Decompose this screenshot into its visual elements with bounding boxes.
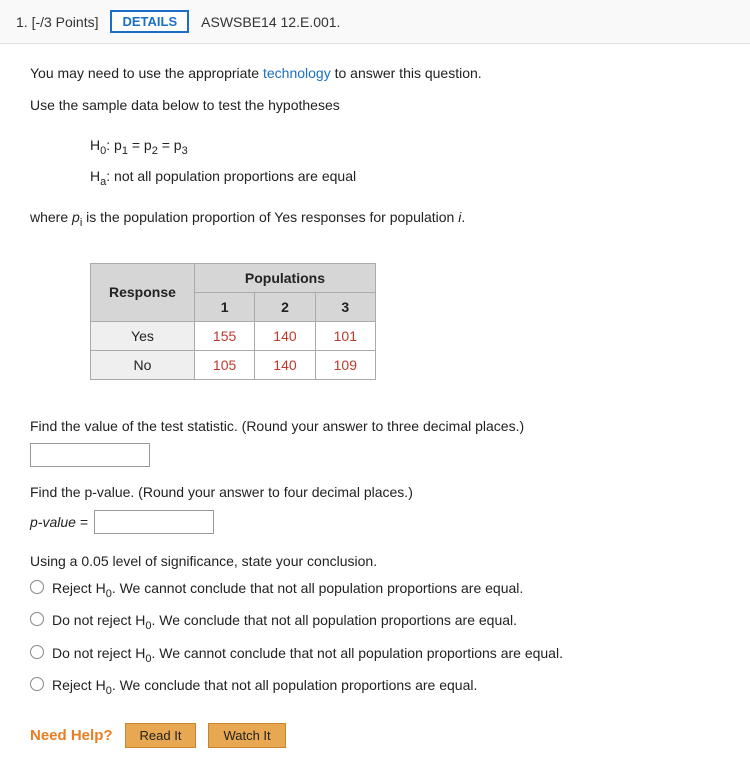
pvalue-input[interactable] bbox=[94, 510, 214, 534]
hypothesis-null-line: H0: p1 = p2 = p3 bbox=[90, 131, 720, 162]
pop-col-3: 3 bbox=[315, 292, 375, 321]
data-table-wrapper: Response Populations 1 2 3 Yes 155 140 1… bbox=[90, 263, 376, 380]
radio-circle-1[interactable] bbox=[30, 580, 44, 594]
need-help-section: Need Help? Read It Watch It bbox=[30, 723, 720, 748]
radio-option-4: Reject H0. We conclude that not all popu… bbox=[30, 675, 720, 699]
radio-label-3: Do not reject H0. We cannot conclude tha… bbox=[52, 643, 563, 667]
find-statistic-label: Find the value of the test statistic. (R… bbox=[30, 415, 720, 437]
no-pop3: 109 bbox=[315, 350, 375, 379]
radio-label-1: Reject H0. We cannot conclude that not a… bbox=[52, 578, 523, 602]
question-header: 1. [-/3 Points] DETAILS ASWSBE14 12.E.00… bbox=[0, 0, 750, 44]
populations-header: Populations bbox=[194, 263, 375, 292]
yes-pop2: 140 bbox=[255, 321, 315, 350]
hypothesis-alt-line: Ha: not all population proportions are e… bbox=[90, 162, 720, 193]
population-note: where pi is the population proportion of… bbox=[30, 206, 720, 232]
watch-it-button[interactable]: Watch It bbox=[208, 723, 285, 748]
question-number: 1. [-/3 Points] bbox=[16, 14, 98, 30]
technology-link[interactable]: technology bbox=[263, 65, 331, 81]
radio-option-1: Reject H0. We cannot conclude that not a… bbox=[30, 578, 720, 602]
response-header: Response bbox=[91, 263, 195, 321]
radio-option-2: Do not reject H0. We conclude that not a… bbox=[30, 610, 720, 634]
radio-label-4: Reject H0. We conclude that not all popu… bbox=[52, 675, 477, 699]
row-label-yes: Yes bbox=[91, 321, 195, 350]
conclusion-section: Using a 0.05 level of significance, stat… bbox=[30, 550, 720, 700]
hypotheses-block: H0: p1 = p2 = p3 Ha: not all population … bbox=[90, 131, 720, 193]
intro-text-post: to answer this question. bbox=[335, 65, 482, 81]
pvalue-row: p-value = bbox=[30, 510, 720, 534]
no-pop2: 140 bbox=[255, 350, 315, 379]
read-it-button[interactable]: Read It bbox=[125, 723, 197, 748]
yes-pop3: 101 bbox=[315, 321, 375, 350]
data-table: Response Populations 1 2 3 Yes 155 140 1… bbox=[90, 263, 376, 380]
intro-line2: Use the sample data below to test the hy… bbox=[30, 94, 720, 116]
no-pop1: 105 bbox=[194, 350, 254, 379]
radio-circle-2[interactable] bbox=[30, 612, 44, 626]
table-row-no: No 105 140 109 bbox=[91, 350, 376, 379]
radio-circle-3[interactable] bbox=[30, 645, 44, 659]
question-code: ASWSBE14 12.E.001. bbox=[201, 14, 340, 30]
pvalue-label: p-value = bbox=[30, 514, 88, 530]
yes-pop1: 155 bbox=[194, 321, 254, 350]
need-help-label: Need Help? bbox=[30, 727, 113, 744]
ha-label: Ha: not all population proportions are e… bbox=[90, 162, 356, 193]
question-body: You may need to use the appropriate tech… bbox=[0, 44, 750, 768]
test-statistic-input[interactable] bbox=[30, 443, 150, 467]
h0-label: H0: p1 = p2 = p3 bbox=[90, 131, 188, 162]
page-container: 1. [-/3 Points] DETAILS ASWSBE14 12.E.00… bbox=[0, 0, 750, 768]
conclusion-label: Using a 0.05 level of significance, stat… bbox=[30, 550, 720, 572]
row-label-no: No bbox=[91, 350, 195, 379]
table-row-yes: Yes 155 140 101 bbox=[91, 321, 376, 350]
pop-col-1: 1 bbox=[194, 292, 254, 321]
details-button[interactable]: DETAILS bbox=[110, 10, 189, 33]
find-pvalue-label: Find the p-value. (Round your answer to … bbox=[30, 481, 720, 503]
radio-option-3: Do not reject H0. We cannot conclude tha… bbox=[30, 643, 720, 667]
pop-col-2: 2 bbox=[255, 292, 315, 321]
radio-circle-4[interactable] bbox=[30, 677, 44, 691]
intro-text-pre: You may need to use the appropriate bbox=[30, 65, 259, 81]
radio-label-2: Do not reject H0. We conclude that not a… bbox=[52, 610, 517, 634]
intro-line1: You may need to use the appropriate tech… bbox=[30, 62, 720, 84]
